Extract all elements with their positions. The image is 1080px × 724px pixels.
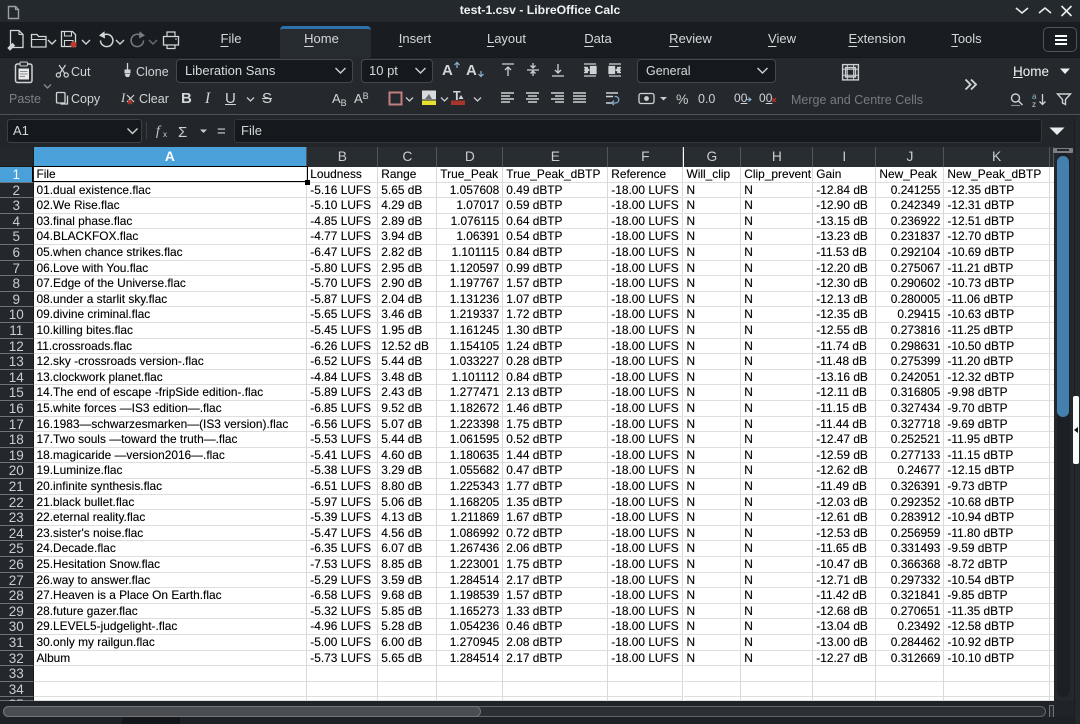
svg-text:x: x bbox=[163, 130, 167, 139]
svg-text:z: z bbox=[1032, 100, 1036, 109]
svg-text:I: I bbox=[120, 90, 126, 105]
svg-text:f: f bbox=[156, 123, 162, 138]
